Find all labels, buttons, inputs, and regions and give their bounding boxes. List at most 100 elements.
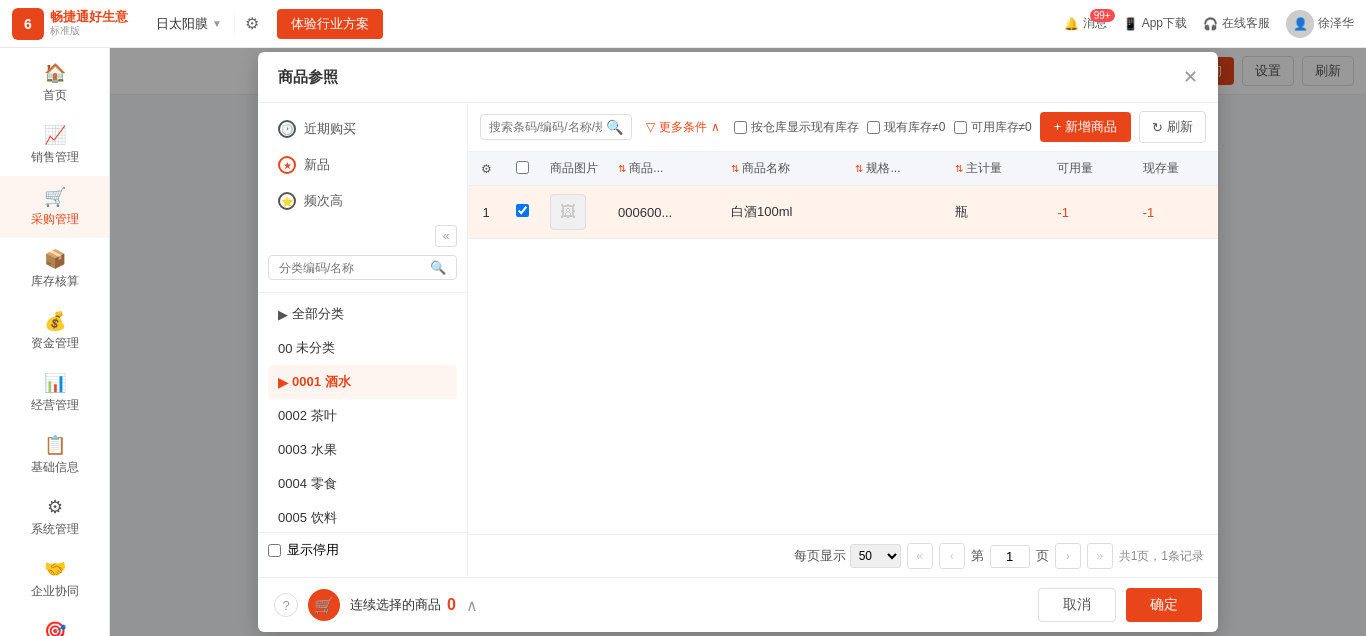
product-search-icon[interactable]: 🔍 xyxy=(606,119,623,135)
category-label-00: 00 xyxy=(278,341,292,356)
logo-text-block: 畅捷通好生意 标准版 xyxy=(50,9,128,39)
col-stock-label: 现存量 xyxy=(1143,161,1179,175)
sidebar-item-system[interactable]: ⚙ 系统管理 xyxy=(0,486,109,548)
exp-button[interactable]: 体验行业方案 xyxy=(277,9,383,39)
row-checkbox[interactable] xyxy=(516,204,529,217)
purchase-icon: 🛒 xyxy=(44,186,66,208)
divider xyxy=(258,292,467,293)
sidebar-item-operations[interactable]: 📊 经营管理 xyxy=(0,362,109,424)
first-page-button[interactable]: « xyxy=(907,543,933,569)
sidebar-item-inventory[interactable]: 📦 库存核算 xyxy=(0,238,109,300)
category-item-0002[interactable]: 0002 茶叶 xyxy=(268,399,457,433)
notifications-btn[interactable]: 🔔 99+ 消息 xyxy=(1064,15,1107,32)
system-icon: ⚙ xyxy=(47,496,63,518)
refresh-icon: ↻ xyxy=(1152,120,1163,135)
prev-page-button[interactable]: ‹ xyxy=(939,543,965,569)
sidebar-item-collab[interactable]: 🤝 企业协同 xyxy=(0,548,109,610)
footer-actions: 取消 确定 xyxy=(1038,588,1202,622)
category-item-0005[interactable]: 0005 饮料 xyxy=(268,501,457,532)
tab-recent-purchase[interactable]: 🕐 近期购买 xyxy=(268,113,457,145)
product-table: ⚙ 商品图片 xyxy=(468,152,1218,239)
product-search-input[interactable] xyxy=(489,120,602,134)
product-image-icon: 🖼 xyxy=(560,203,576,221)
avail-filter[interactable]: 可用库存≠0 xyxy=(954,119,1032,136)
select-all-checkbox[interactable] xyxy=(516,161,529,174)
category-item-00[interactable]: 00 未分类 xyxy=(268,331,457,365)
col-unit-sort-icon[interactable]: ⇅ xyxy=(955,163,963,174)
settings-icon[interactable]: ⚙ xyxy=(235,14,269,33)
category-item-0001[interactable]: ▶ 0001 酒水 xyxy=(268,365,457,399)
category-item-all[interactable]: ▶ 全部分类 xyxy=(268,297,457,331)
refresh-label: 刷新 xyxy=(1167,118,1193,136)
warehouse-checkbox[interactable] xyxy=(734,121,747,134)
add-product-button[interactable]: + 新增商品 xyxy=(1040,112,1131,142)
inventory-icon: 📦 xyxy=(44,248,66,270)
category-label-0002: 0002 茶叶 xyxy=(278,407,337,425)
category-name-00: 未分类 xyxy=(296,339,335,357)
filter-button[interactable]: ▽ 更多条件 ∧ xyxy=(640,115,726,140)
row-avail: -1 xyxy=(1047,186,1132,239)
home-icon: 🏠 xyxy=(44,62,66,84)
next-page-button[interactable]: › xyxy=(1055,543,1081,569)
col-spec-label: 规格... xyxy=(866,161,900,175)
sidebar-label-basic: 基础信息 xyxy=(31,459,79,476)
sidebar-item-sales[interactable]: 📈 销售管理 xyxy=(0,114,109,176)
category-search-icon[interactable]: 🔍 xyxy=(430,260,446,275)
avail-checkbox[interactable] xyxy=(954,121,967,134)
per-page-label: 每页显示 xyxy=(794,547,846,565)
row-unit: 瓶 xyxy=(945,186,1048,239)
show-disabled-checkbox[interactable] xyxy=(268,544,281,557)
refresh-product-button[interactable]: ↻ 刷新 xyxy=(1139,111,1206,143)
tab-frequent[interactable]: ⭐ 频次高 xyxy=(268,185,457,217)
basic-icon: 📋 xyxy=(44,434,66,456)
sidebar-item-home[interactable]: 🏠 首页 xyxy=(0,52,109,114)
stock-filter[interactable]: 现有库存≠0 xyxy=(867,119,945,136)
new-icon: ★ xyxy=(278,156,296,174)
modal-close-button[interactable]: ✕ xyxy=(1183,66,1198,88)
cart-button[interactable]: 🛒 xyxy=(308,589,340,621)
category-search-input[interactable] xyxy=(279,261,426,275)
table-row[interactable]: 1 🖼 xyxy=(468,186,1218,239)
col-img: 商品图片 xyxy=(540,152,608,186)
col-code-sort-icon[interactable]: ⇅ xyxy=(618,163,626,174)
service-btn[interactable]: 🎧 在线客服 xyxy=(1203,15,1270,32)
guide-icon: 🎯 xyxy=(44,620,66,636)
page-input[interactable] xyxy=(990,545,1030,568)
col-name-sort-icon[interactable]: ⇅ xyxy=(731,163,739,174)
col-unit: ⇅ 主计量 xyxy=(945,152,1048,186)
category-item-0004[interactable]: 0004 零食 xyxy=(268,467,457,501)
per-page-select[interactable]: 10 20 50 100 xyxy=(850,544,901,568)
col-spec-sort-icon[interactable]: ⇅ xyxy=(855,163,863,174)
last-page-button[interactable]: » xyxy=(1087,543,1113,569)
col-settings-icon[interactable]: ⚙ xyxy=(481,162,492,176)
selected-info: 连续选择的商品 0 xyxy=(350,596,456,614)
cancel-button[interactable]: 取消 xyxy=(1038,588,1116,622)
logo-sub: 标准版 xyxy=(50,24,128,38)
right-panel: 🔍 ▽ 更多条件 ∧ 按仓库显示现有库存 xyxy=(468,103,1218,577)
col-code-label: 商品... xyxy=(629,161,663,175)
collapse-button[interactable]: « xyxy=(435,225,457,247)
tab-new-products[interactable]: ★ 新品 xyxy=(268,149,457,181)
sidebar-item-finance[interactable]: 💰 资金管理 xyxy=(0,300,109,362)
layout: 🏠 首页 📈 销售管理 🛒 采购管理 📦 库存核算 💰 资金管理 📊 经营管理 … xyxy=(0,48,1366,636)
user-btn[interactable]: 👤 徐泽华 xyxy=(1286,10,1354,38)
sidebar-label-inventory: 库存核算 xyxy=(31,273,79,290)
col-spec: ⇅ 规格... xyxy=(845,152,945,186)
sidebar-item-purchase[interactable]: 🛒 采购管理 xyxy=(0,176,109,238)
headset-icon: 🎧 xyxy=(1203,17,1218,31)
help-button[interactable]: ? xyxy=(274,593,298,617)
footer-collapse-icon[interactable]: ∧ xyxy=(466,596,478,615)
warehouse-filter[interactable]: 按仓库显示现有库存 xyxy=(734,119,859,136)
avail-label: 可用库存≠0 xyxy=(971,119,1032,136)
app-download-btn[interactable]: 📱 App下载 xyxy=(1123,15,1187,32)
col-unit-label: 主计量 xyxy=(966,161,1002,175)
store-selector[interactable]: 日太阳膜 ▼ xyxy=(144,15,235,33)
sidebar-item-guide[interactable]: 🎯 新手引导 xyxy=(0,610,109,636)
category-item-0003[interactable]: 0003 水果 xyxy=(268,433,457,467)
stock-checkbox[interactable] xyxy=(867,121,880,134)
bell-icon: 🔔 xyxy=(1064,17,1079,31)
confirm-button[interactable]: 确定 xyxy=(1126,588,1202,622)
sidebar-item-basic[interactable]: 📋 基础信息 xyxy=(0,424,109,486)
product-table-wrap: ⚙ 商品图片 xyxy=(468,152,1218,534)
col-checkbox xyxy=(504,152,540,186)
